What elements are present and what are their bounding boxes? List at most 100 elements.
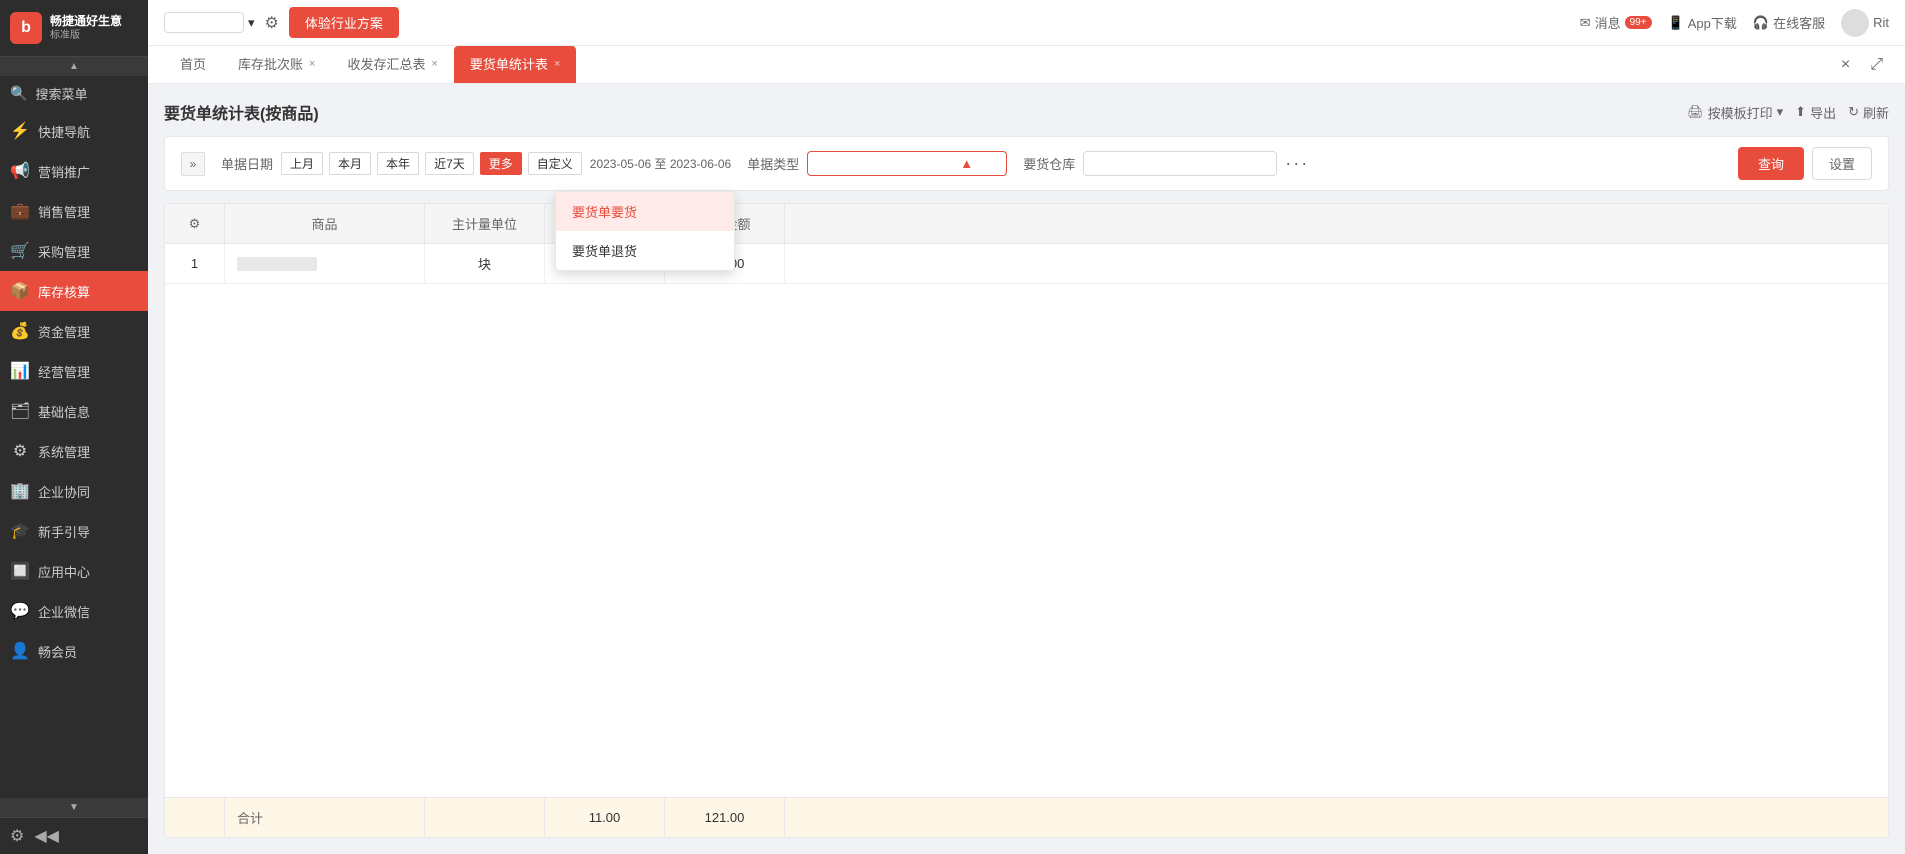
type-filter-input-container[interactable]: ▲ — [807, 151, 1007, 176]
app-logo-icon: b — [10, 12, 42, 44]
printer-icon: 🖨 — [1687, 104, 1704, 120]
warehouse-filter-input[interactable] — [1083, 151, 1277, 176]
basic-icon: 🗂 — [10, 401, 30, 421]
purchase-icon: 🛒 — [10, 241, 30, 261]
dropdown-item-order[interactable]: 要货单要货 — [556, 192, 734, 231]
online-service-item[interactable]: 🎧 在线客服 — [1753, 13, 1825, 32]
last-7-days-btn[interactable]: 近7天 — [425, 152, 474, 175]
sidebar-logo: b 畅捷通好生意 标准版 — [0, 0, 148, 57]
footer-unit — [425, 798, 545, 837]
date-range-display: 2023-05-06 至 2023-06-06 — [590, 155, 731, 172]
settings-col-icon: ⚙ — [189, 216, 201, 232]
tab-receive-summary[interactable]: 收发存汇总表 × — [331, 46, 453, 83]
marketing-icon: 📢 — [10, 161, 30, 181]
dropdown-item-return[interactable]: 要货单退货 — [556, 231, 734, 270]
selector-chevron-icon: ▾ — [248, 15, 255, 31]
sidebar-item-basic[interactable]: 🗂 基础信息 — [0, 391, 148, 431]
tab-close-receive-summary[interactable]: × — [431, 58, 437, 70]
appstore-icon: 🔲 — [10, 561, 30, 581]
user-avatar-item[interactable]: Rit — [1841, 9, 1889, 37]
member-icon: 👤 — [10, 641, 30, 661]
messages-item[interactable]: ✉ 消息 99+ — [1580, 13, 1652, 32]
sidebar-item-member[interactable]: 👤 畅会员 — [0, 631, 148, 671]
sidebar-item-finance[interactable]: 💰 资金管理 — [0, 311, 148, 351]
filter-actions: 查询 设置 — [1738, 147, 1872, 180]
tab-inventory-batch[interactable]: 库存批次账 × — [222, 46, 331, 83]
page-header: 要货单统计表(按商品) 🖨 按模板打印 ▾ ⬆ 导出 ↻ 刷新 — [164, 100, 1889, 124]
sidebar-item-sales[interactable]: 💼 销售管理 — [0, 191, 148, 231]
headset-icon: 🎧 — [1753, 15, 1769, 31]
date-filter-label: 单据日期 — [221, 154, 273, 173]
col-unit: 主计量单位 — [425, 204, 545, 243]
sidebar-scroll-up[interactable]: ▲ — [0, 57, 148, 76]
more-date-btn[interactable]: 更多 — [480, 152, 522, 175]
cell-product — [225, 244, 425, 283]
mobile-icon: 📱 — [1668, 15, 1684, 31]
messages-icon: ✉ — [1580, 15, 1591, 31]
query-button[interactable]: 查询 — [1738, 147, 1804, 180]
trial-button[interactable]: 体验行业方案 — [289, 7, 399, 38]
filter-expand-button[interactable]: » — [181, 152, 205, 176]
product-placeholder — [237, 257, 317, 271]
type-filter-group: 单据类型 ▲ — [747, 151, 1007, 176]
sidebar-scroll-down[interactable]: ▼ — [0, 798, 148, 817]
messages-badge: 99+ — [1625, 16, 1652, 29]
finance-icon: 💰 — [10, 321, 30, 341]
sidebar-item-quick-nav[interactable]: ⚡ 快捷导航 — [0, 111, 148, 151]
export-action[interactable]: ⬆ 导出 — [1795, 103, 1836, 122]
topbar-left: 41 ▾ ⚙ 体验行业方案 — [164, 7, 399, 38]
settings-button[interactable]: 设置 — [1812, 147, 1872, 180]
date-filter-group: 单据日期 上月 本月 本年 近7天 更多 自定义 2023-05-06 至 20… — [221, 152, 731, 175]
prev-month-btn[interactable]: 上月 — [281, 152, 323, 175]
type-filter-input[interactable] — [816, 156, 956, 171]
table-body: 1 块 11.00 121.00 — [165, 244, 1888, 797]
sidebar-item-wechat[interactable]: 💬 企业微信 — [0, 591, 148, 631]
footer-quantity: 11.00 — [545, 798, 665, 837]
table-footer: 合计 11.00 121.00 — [165, 797, 1888, 837]
app-download-item[interactable]: 📱 App下载 — [1668, 13, 1737, 32]
sales-icon: 💼 — [10, 201, 30, 221]
filter-bar: » 单据日期 上月 本月 本年 近7天 更多 自定义 2023-05-06 至 … — [164, 136, 1889, 191]
current-month-btn[interactable]: 本月 — [329, 152, 371, 175]
more-filters-button[interactable]: ··· — [1285, 153, 1309, 174]
sidebar-item-enterprise[interactable]: 🏢 企业协同 — [0, 471, 148, 511]
company-selector[interactable]: 41 ▾ — [164, 12, 255, 33]
tab-close-inventory-batch[interactable]: × — [309, 58, 315, 70]
col-settings[interactable]: ⚙ — [165, 204, 225, 243]
user-avatar — [1841, 9, 1869, 37]
footer-amount: 121.00 — [665, 798, 785, 837]
tab-close-order-stats[interactable]: × — [554, 58, 560, 70]
current-year-btn[interactable]: 本年 — [377, 152, 419, 175]
sidebar-item-guide[interactable]: 🎓 新手引导 — [0, 511, 148, 551]
tab-order-stats[interactable]: 要货单统计表 × — [454, 46, 576, 83]
sidebar-item-purchase[interactable]: 🛒 采购管理 — [0, 231, 148, 271]
print-action[interactable]: 🖨 按模板打印 ▾ — [1687, 103, 1783, 122]
data-table: ⚙ 商品 主计量单位 主数量 零售金额 1 块 11.00 121.00 — [164, 203, 1889, 838]
date-buttons: 上月 本月 本年 近7天 更多 自定义 — [281, 152, 582, 175]
sidebar-item-operations[interactable]: 📊 经营管理 — [0, 351, 148, 391]
tabs-bar: 首页 库存批次账 × 收发存汇总表 × 要货单统计表 × × ⤢ — [148, 46, 1905, 84]
close-all-tabs-button[interactable]: × — [1835, 54, 1856, 76]
col-product: 商品 — [225, 204, 425, 243]
topbar: 41 ▾ ⚙ 体验行业方案 ✉ 消息 99+ 📱 App下载 🎧 在线客服 R — [148, 0, 1905, 46]
custom-date-btn[interactable]: 自定义 — [528, 152, 582, 175]
footer-extra — [785, 798, 1888, 837]
tab-home[interactable]: 首页 — [164, 46, 222, 83]
refresh-action[interactable]: ↻ 刷新 — [1848, 103, 1889, 122]
sidebar-item-inventory[interactable]: 📦 库存核算 — [0, 271, 148, 311]
topbar-gear-icon[interactable]: ⚙ — [265, 13, 279, 33]
page-title: 要货单统计表(按商品) — [164, 100, 319, 124]
sidebar-item-system[interactable]: ⚙ 系统管理 — [0, 431, 148, 471]
settings-bottom-icon[interactable]: ⚙ — [10, 826, 24, 846]
sidebar-item-appstore[interactable]: 🔲 应用中心 — [0, 551, 148, 591]
sidebar-search[interactable]: 🔍 搜索菜单 — [0, 76, 148, 111]
table-header: ⚙ 商品 主计量单位 主数量 零售金额 — [165, 204, 1888, 244]
page-content: 要货单统计表(按商品) 🖨 按模板打印 ▾ ⬆ 导出 ↻ 刷新 » — [148, 84, 1905, 854]
company-input[interactable]: 41 — [164, 12, 244, 33]
sidebar-item-marketing[interactable]: 📢 营销推广 — [0, 151, 148, 191]
inventory-icon: 📦 — [10, 281, 30, 301]
table-row: 1 块 11.00 121.00 — [165, 244, 1888, 284]
type-filter-chevron-up-icon[interactable]: ▲ — [960, 156, 973, 171]
collapse-icon[interactable]: ◀◀ — [34, 826, 59, 846]
maximize-button[interactable]: ⤢ — [1864, 54, 1889, 76]
